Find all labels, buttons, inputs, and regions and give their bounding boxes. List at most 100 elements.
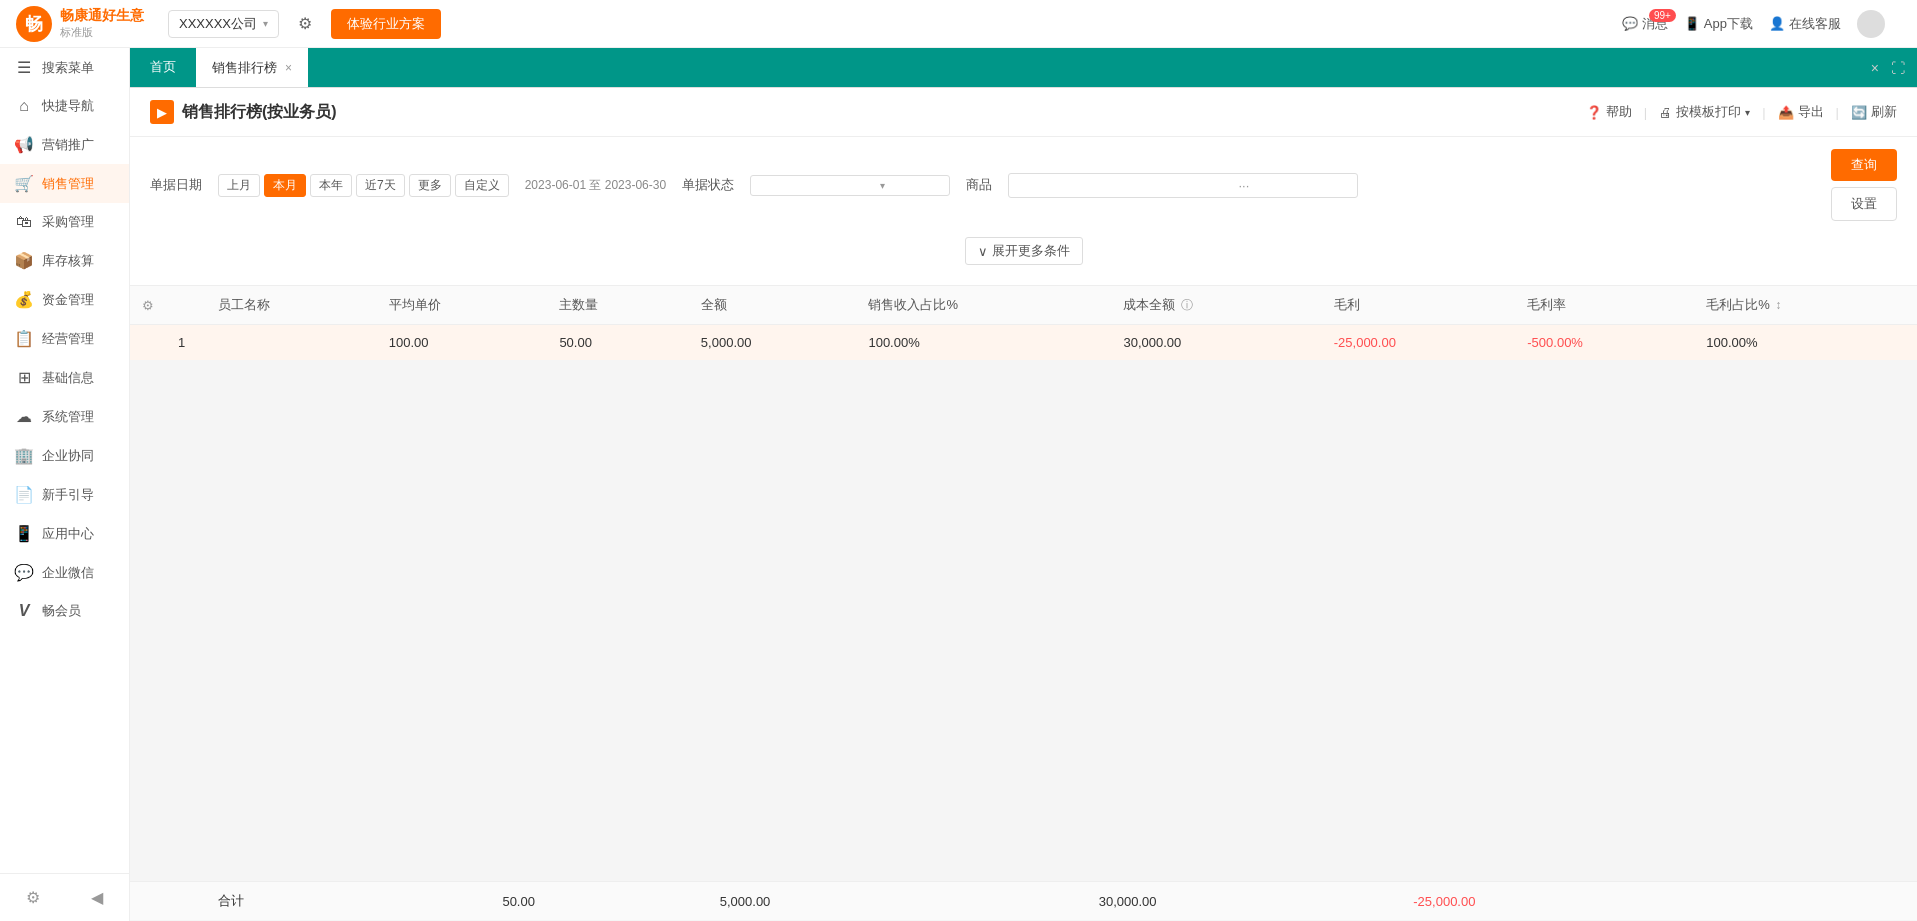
refresh-icon: 🔄 xyxy=(1851,105,1867,120)
app-title: 畅康通好生意 xyxy=(60,7,144,25)
date-btn-7days[interactable]: 近7天 xyxy=(356,174,405,197)
page-title: 销售排行榜(按业务员) xyxy=(182,102,337,123)
window-expand-button[interactable]: ⛶ xyxy=(1891,60,1905,76)
avatar[interactable] xyxy=(1857,10,1885,38)
sidebar-item-system[interactable]: ☁ 系统管理 xyxy=(0,397,129,436)
purchase-icon: 🛍 xyxy=(14,213,34,231)
help-button[interactable]: ❓ 帮助 xyxy=(1586,103,1632,121)
sidebar-item-label: 资金管理 xyxy=(42,291,94,309)
content-area: 首页 销售排行榜 × × ⛶ ▶ 销售排行榜(按业务员) xyxy=(130,48,1917,921)
sidebar-item-apps[interactable]: 📱 应用中心 xyxy=(0,514,129,553)
footer-sales-pct xyxy=(994,882,1086,921)
gross-pct-info-icon[interactable]: ↕ xyxy=(1775,298,1781,312)
company-name: XXXXXX公司 xyxy=(179,15,257,33)
tab-sales-ranking[interactable]: 销售排行榜 × xyxy=(196,48,308,87)
goods-select[interactable]: ··· xyxy=(1008,173,1358,198)
message-badge: 99+ xyxy=(1649,9,1676,22)
sidebar-settings-button[interactable]: ⚙ xyxy=(20,882,46,913)
col-gross-pct: 毛利占比% ↕ xyxy=(1694,286,1917,325)
service-icon: 👤 xyxy=(1769,16,1785,31)
app-logo: 畅 畅康通好生意 标准版 xyxy=(16,6,144,42)
cell-main-qty: 50.00 xyxy=(547,325,688,361)
basic-icon: ⊞ xyxy=(14,368,34,387)
app-subtitle: 标准版 xyxy=(60,25,144,40)
sidebar-item-purchase[interactable]: 🛍 采购管理 xyxy=(0,203,129,241)
tab-home-label: 首页 xyxy=(150,58,176,76)
company-selector[interactable]: XXXXXX公司 ▾ xyxy=(168,10,279,38)
sidebar-item-inventory[interactable]: 📦 库存核算 xyxy=(0,241,129,280)
sidebar-item-label: 采购管理 xyxy=(42,213,94,231)
date-btn-more[interactable]: 更多 xyxy=(409,174,451,197)
print-chevron-icon: ▾ xyxy=(1745,107,1750,118)
sidebar-bottom: ⚙ ◀ xyxy=(0,873,129,921)
system-icon: ☁ xyxy=(14,407,34,426)
sidebar-item-guide[interactable]: 📄 新手引导 xyxy=(0,475,129,514)
app-download-label: App下载 xyxy=(1704,15,1753,33)
logo-icon: 畅 xyxy=(16,6,52,42)
status-label: 单据状态 xyxy=(682,176,734,194)
main-area: ☰ 搜索菜单 ⌂ 快捷导航 📢 营销推广 🛒 销售管理 🛍 采购管理 📦 库 xyxy=(0,48,1917,921)
filter-bar: 单据日期 上月 本月 本年 近7天 更多 自定义 2023-06-01 至 20… xyxy=(130,137,1917,286)
sidebar: ☰ 搜索菜单 ⌂ 快捷导航 📢 营销推广 🛒 销售管理 🛍 采购管理 📦 库 xyxy=(0,48,130,921)
sidebar-collapse-button[interactable]: ◀ xyxy=(85,882,109,913)
app-download-button[interactable]: 📱 App下载 xyxy=(1684,15,1753,33)
refresh-button[interactable]: 🔄 刷新 xyxy=(1851,103,1897,121)
sidebar-item-label: 库存核算 xyxy=(42,252,94,270)
footer-label: 合计 xyxy=(206,882,398,921)
sidebar-item-wechat[interactable]: 💬 企业微信 xyxy=(0,553,129,592)
col-cost: 成本全额 ⓘ xyxy=(1111,286,1321,325)
cell-amount: 5,000.00 xyxy=(689,325,857,361)
data-table: ⚙ 员工名称 平均单价 主数量 xyxy=(130,286,1917,361)
sidebar-item-shortcut[interactable]: ⌂ 快捷导航 xyxy=(0,87,129,125)
page-header: ▶ 销售排行榜(按业务员) ❓ 帮助 | 🖨 按模板打印 ▾ xyxy=(130,88,1917,137)
table-summary-footer: 合计 50.00 5,000.00 xyxy=(130,881,1917,921)
date-btn-last-month[interactable]: 上月 xyxy=(218,174,260,197)
col-settings[interactable]: ⚙ xyxy=(130,286,166,325)
date-range: 2023-06-01 至 2023-06-30 xyxy=(525,177,666,194)
table-container: ⚙ 员工名称 平均单价 主数量 xyxy=(130,286,1917,361)
table-row: 1 100.00 50.00 xyxy=(130,325,1917,361)
sidebar-item-label: 应用中心 xyxy=(42,525,94,543)
cost-info-icon[interactable]: ⓘ xyxy=(1181,298,1193,312)
tab-bar: 首页 销售排行榜 × × ⛶ xyxy=(130,48,1917,88)
date-btn-this-year[interactable]: 本年 xyxy=(310,174,352,197)
cell-gross-pct: 100.00% xyxy=(1694,325,1917,361)
col-gross-rate: 毛利率 xyxy=(1515,286,1694,325)
date-btn-custom[interactable]: 自定义 xyxy=(455,174,509,197)
page-actions: ❓ 帮助 | 🖨 按模板打印 ▾ | 📤 导出 xyxy=(1586,103,1897,121)
sidebar-item-enterprise[interactable]: 🏢 企业协同 xyxy=(0,436,129,475)
sidebar-item-member[interactable]: V 畅会员 xyxy=(0,592,129,630)
sidebar-item-label: 畅会员 xyxy=(42,602,81,620)
settings-button[interactable]: 设置 xyxy=(1831,187,1897,221)
guide-icon: 📄 xyxy=(14,485,34,504)
tab-home[interactable]: 首页 xyxy=(130,48,196,87)
online-service-button[interactable]: 👤 在线客服 xyxy=(1769,15,1841,33)
cell-gross-rate: -500.00% xyxy=(1515,325,1694,361)
trial-button[interactable]: 体验行业方案 xyxy=(331,9,441,39)
cell-avg-price: 100.00 xyxy=(377,325,548,361)
footer-amount: 5,000.00 xyxy=(708,882,995,921)
sidebar-item-finance[interactable]: 💰 资金管理 xyxy=(0,280,129,319)
cell-cost: 30,000.00 xyxy=(1111,325,1321,361)
tab-close-button[interactable]: × xyxy=(285,61,292,75)
expand-filters-button[interactable]: ∨ 展开更多条件 xyxy=(965,237,1083,265)
window-close-button[interactable]: × xyxy=(1871,60,1879,76)
back-arrow-button[interactable]: ▶ xyxy=(150,100,174,124)
topbar-settings-button[interactable]: ⚙ xyxy=(291,10,319,38)
print-button[interactable]: 🖨 按模板打印 ▾ xyxy=(1659,103,1750,121)
sidebar-item-sales[interactable]: 🛒 销售管理 xyxy=(0,164,129,203)
message-button[interactable]: 💬 消息 99+ xyxy=(1622,15,1668,33)
sidebar-item-basic[interactable]: ⊞ 基础信息 xyxy=(0,358,129,397)
sidebar-item-operation[interactable]: 📋 经营管理 xyxy=(0,319,129,358)
status-select[interactable]: ▾ xyxy=(750,175,950,196)
export-button[interactable]: 📤 导出 xyxy=(1778,103,1824,121)
sidebar-item-marketing[interactable]: 📢 营销推广 xyxy=(0,125,129,164)
query-button[interactable]: 查询 xyxy=(1831,149,1897,181)
sidebar-item-label: 基础信息 xyxy=(42,369,94,387)
download-icon: 📱 xyxy=(1684,16,1700,31)
date-btn-this-month[interactable]: 本月 xyxy=(264,174,306,197)
print-icon: 🖨 xyxy=(1659,105,1672,120)
sidebar-item-search[interactable]: ☰ 搜索菜单 xyxy=(0,48,129,87)
tab-right-controls: × ⛶ xyxy=(1871,48,1917,87)
main-content: ▶ 销售排行榜(按业务员) ❓ 帮助 | 🖨 按模板打印 ▾ xyxy=(130,88,1917,921)
